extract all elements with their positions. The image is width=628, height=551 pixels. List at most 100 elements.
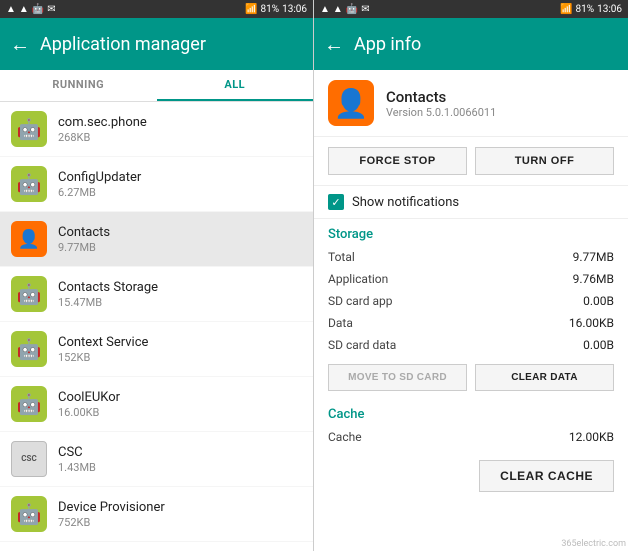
storage-value: 0.00B xyxy=(583,294,614,308)
cache-value: 12.00KB xyxy=(569,430,614,444)
storage-value: 9.76MB xyxy=(573,272,614,286)
android-icon-status: 🤖 xyxy=(32,4,44,15)
clear-cache-button[interactable]: CLEAR CACHE xyxy=(479,460,614,492)
storage-label: Total xyxy=(328,250,355,264)
right-header: ← App info xyxy=(314,18,628,70)
right-status-icons: ▲ ▲ 🤖 ✉ xyxy=(320,4,370,15)
app-info: Contacts 9.77MB xyxy=(58,225,303,254)
storage-actions: MOVE TO SD CARD CLEAR DATA xyxy=(314,356,628,399)
app-icon: 🤖 xyxy=(10,495,48,533)
app-info: Device Provisioner 752KB xyxy=(58,500,303,529)
storage-value: 9.77MB xyxy=(573,250,614,264)
detail-app-version: Version 5.0.1.0066011 xyxy=(386,106,496,119)
app-icon: 🤖 xyxy=(10,275,48,313)
app-info: Contacts Storage 15.47MB xyxy=(58,280,303,309)
storage-row: Total 9.77MB xyxy=(328,246,614,268)
list-item[interactable]: CSC CSC 1.43MB xyxy=(0,432,313,487)
storage-table: Total 9.77MB Application 9.76MB SD card … xyxy=(314,246,628,356)
tab-all[interactable]: ALL xyxy=(157,70,314,101)
storage-label: SD card data xyxy=(328,338,396,352)
app-icon: 🤖 xyxy=(10,165,48,203)
list-item[interactable]: 🤖 ConfigUpdater 6.27MB xyxy=(0,157,313,212)
left-status-icons: ▲ ▲ 🤖 ✉ xyxy=(6,4,56,15)
notifications-label: Show notifications xyxy=(352,195,459,210)
app-name: Device Provisioner xyxy=(58,500,303,515)
right-status-bar: ▲ ▲ 🤖 ✉ 📶 81% 13:06 xyxy=(314,0,628,18)
app-size: 752KB xyxy=(58,516,303,529)
battery-label: 81% xyxy=(261,4,280,15)
storage-section-header: Storage xyxy=(314,219,628,246)
app-size: 268KB xyxy=(58,131,303,144)
app-name: CSC xyxy=(58,445,303,460)
storage-label: Application xyxy=(328,272,388,286)
list-item[interactable]: 🤖 Context Service 152KB xyxy=(0,322,313,377)
cache-row: Cache 12.00KB xyxy=(314,426,628,448)
list-item[interactable]: 🤖 com.sec.phone 268KB xyxy=(0,102,313,157)
left-header-title: Application manager xyxy=(40,34,206,55)
storage-value: 0.00B xyxy=(583,338,614,352)
list-item-contacts[interactable]: 👤 Contacts 9.77MB xyxy=(0,212,313,267)
storage-label: SD card app xyxy=(328,294,393,308)
signal-icon: 📶 xyxy=(245,4,257,15)
right-message-icon: ✉ xyxy=(361,4,369,15)
app-name: Context Service xyxy=(58,335,303,350)
contacts-large-icon: 👤 xyxy=(328,80,374,126)
right-time-label: 13:06 xyxy=(597,4,622,15)
app-icon: 🤖 xyxy=(10,110,48,148)
list-item[interactable]: 🤖 Contacts Storage 15.47MB xyxy=(0,267,313,322)
storage-row: SD card data 0.00B xyxy=(328,334,614,356)
app-detail-section: 👤 Contacts Version 5.0.1.0066011 xyxy=(314,70,628,137)
tab-running[interactable]: RUNNING xyxy=(0,70,157,101)
android-robot-icon: 🤖 xyxy=(11,276,47,312)
cache-label: Cache xyxy=(328,430,362,444)
list-item[interactable]: 🤖 CoolEUKor 16.00KB xyxy=(0,377,313,432)
force-stop-button[interactable]: FORCE STOP xyxy=(328,147,467,175)
list-item[interactable]: 🤖 Device Provisioner 752KB xyxy=(0,487,313,542)
android-robot-icon: 🤖 xyxy=(11,496,47,532)
app-name: ConfigUpdater xyxy=(58,170,303,185)
right-header-title: App info xyxy=(354,34,421,55)
right-panel: ▲ ▲ 🤖 ✉ 📶 81% 13:06 ← App info 👤 Contact… xyxy=(314,0,628,551)
app-name: com.sec.phone xyxy=(58,115,303,130)
clear-data-button[interactable]: CLEAR DATA xyxy=(475,364,614,391)
left-status-right: 📶 81% 13:06 xyxy=(245,4,307,15)
tabs-bar: RUNNING ALL xyxy=(0,70,313,102)
back-button-right[interactable]: ← xyxy=(324,32,344,57)
show-notifications-checkbox[interactable]: ✓ xyxy=(328,194,344,210)
android-robot-icon: 🤖 xyxy=(11,331,47,367)
storage-row: Application 9.76MB xyxy=(328,268,614,290)
cache-section: Cache 12.00KB xyxy=(314,426,628,448)
app-name: Contacts Storage xyxy=(58,280,303,295)
app-icon: 🤖 xyxy=(10,385,48,423)
app-icon: CSC xyxy=(10,440,48,478)
right-warning-icon-2: ▲ xyxy=(333,4,343,15)
app-name: Contacts xyxy=(58,225,303,240)
right-battery-label: 81% xyxy=(576,4,595,15)
turn-off-button[interactable]: TURN OFF xyxy=(475,147,614,175)
app-info: ConfigUpdater 6.27MB xyxy=(58,170,303,199)
watermark: 365electric.com xyxy=(559,537,628,551)
app-size: 6.27MB xyxy=(58,186,303,199)
back-button-left[interactable]: ← xyxy=(10,32,30,57)
time-label: 13:06 xyxy=(282,4,307,15)
notifications-row: ✓ Show notifications xyxy=(314,186,628,219)
contacts-icon: 👤 xyxy=(11,221,47,257)
cache-actions: CLEAR CACHE xyxy=(314,452,628,500)
android-robot-icon: 🤖 xyxy=(11,386,47,422)
app-size: 15.47MB xyxy=(58,296,303,309)
storage-row: Data 16.00KB xyxy=(328,312,614,334)
app-list: 🤖 com.sec.phone 268KB 🤖 ConfigUpdater 6.… xyxy=(0,102,313,551)
csc-icon: CSC xyxy=(11,441,47,477)
warning-icon: ▲ xyxy=(6,4,16,15)
app-info: CSC 1.43MB xyxy=(58,445,303,474)
storage-label: Data xyxy=(328,316,353,330)
detail-app-name: Contacts xyxy=(386,88,496,106)
right-android-icon: 🤖 xyxy=(346,4,358,15)
app-size: 1.43MB xyxy=(58,461,303,474)
app-info: CoolEUKor 16.00KB xyxy=(58,390,303,419)
move-to-sd-button[interactable]: MOVE TO SD CARD xyxy=(328,364,467,391)
android-robot-icon: 🤖 xyxy=(11,166,47,202)
app-info: com.sec.phone 268KB xyxy=(58,115,303,144)
left-status-bar: ▲ ▲ 🤖 ✉ 📶 81% 13:06 xyxy=(0,0,313,18)
right-status-right: 📶 81% 13:06 xyxy=(560,4,622,15)
